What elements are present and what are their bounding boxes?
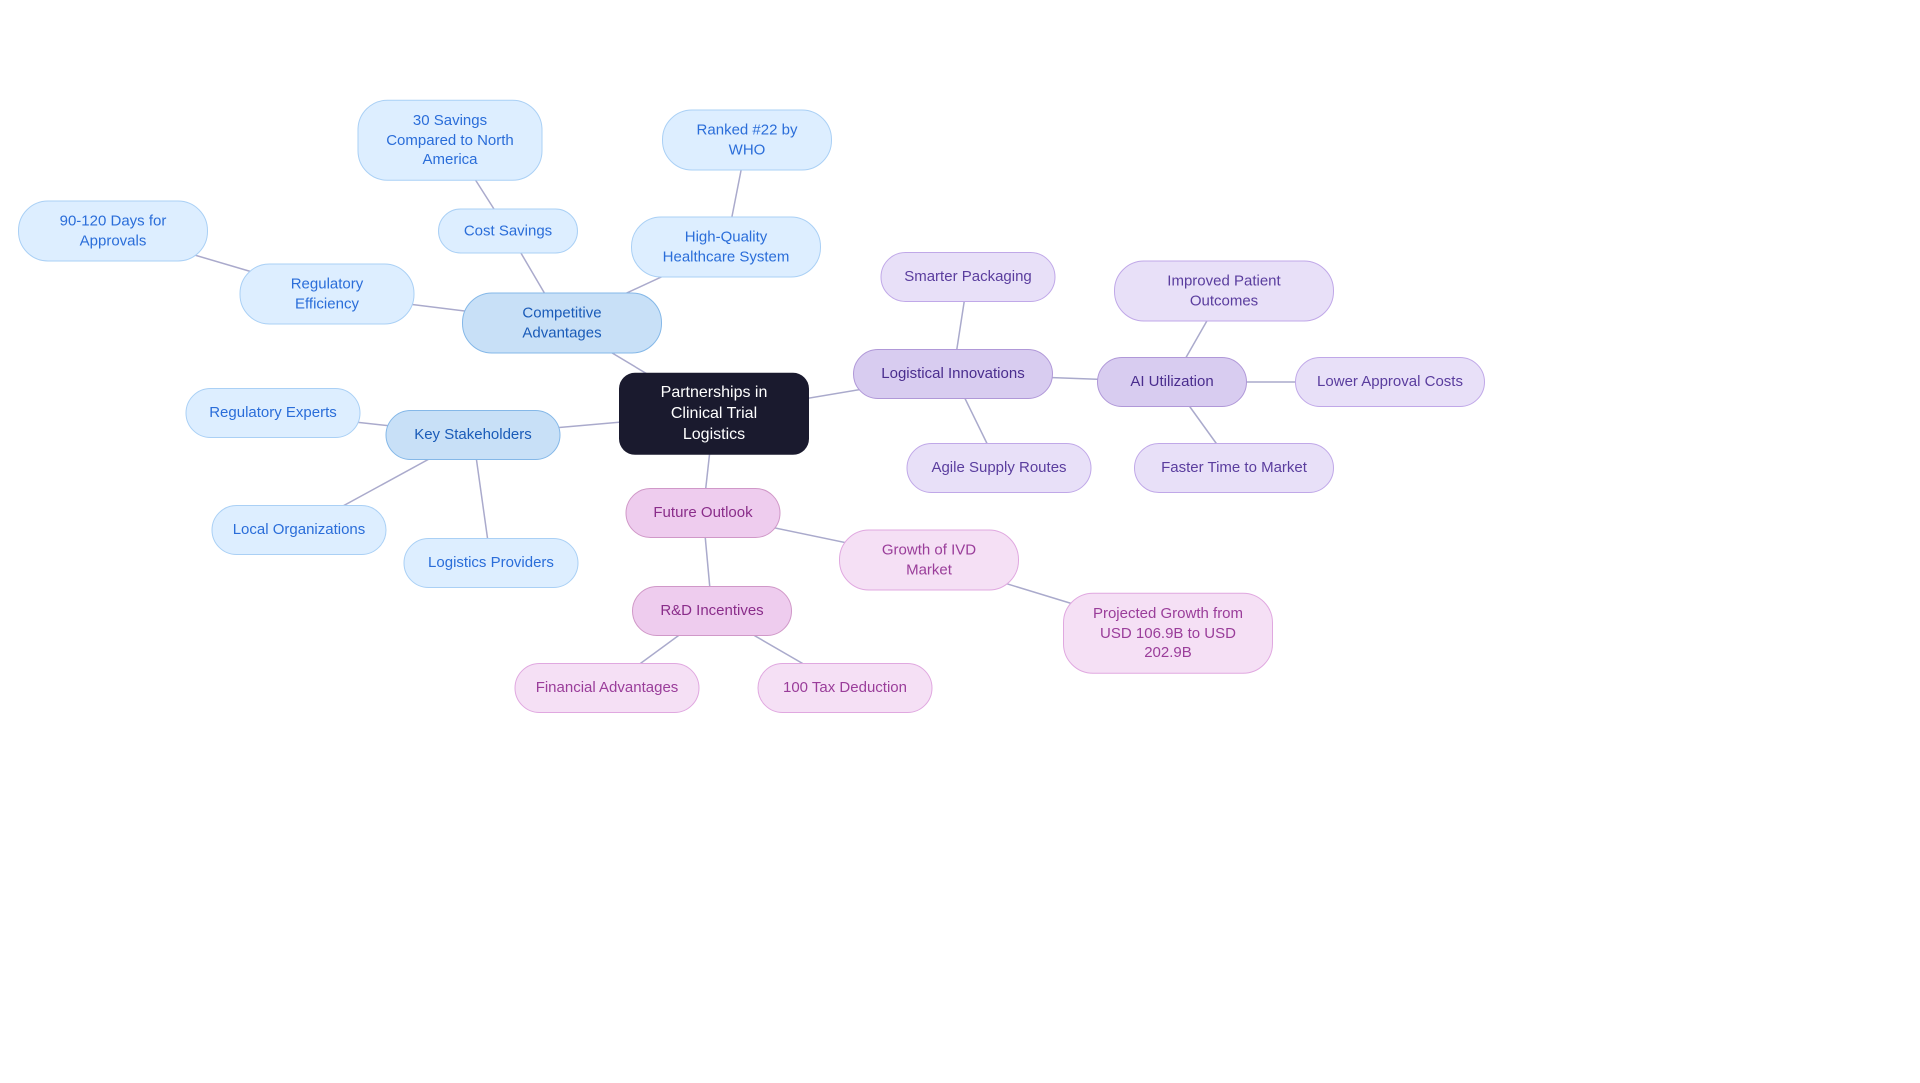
node-tax_deduction[interactable]: 100 Tax Deduction	[758, 663, 933, 713]
node-faster_time[interactable]: Faster Time to Market	[1134, 443, 1334, 493]
node-local_organizations[interactable]: Local Organizations	[212, 505, 387, 555]
node-high_quality[interactable]: High-Quality Healthcare System	[631, 217, 821, 278]
node-savings_30[interactable]: 30 Savings Compared to North America	[358, 100, 543, 181]
node-agile_supply[interactable]: Agile Supply Routes	[907, 443, 1092, 493]
node-projected_growth[interactable]: Projected Growth from USD 106.9B to USD …	[1063, 593, 1273, 674]
node-days_90[interactable]: 90-120 Days for Approvals	[18, 201, 208, 262]
node-key_stakeholders[interactable]: Key Stakeholders	[386, 410, 561, 460]
node-competitive_advantages[interactable]: Competitive Advantages	[462, 293, 662, 354]
node-ai_utilization[interactable]: AI Utilization	[1097, 357, 1247, 407]
node-ranked_22[interactable]: Ranked #22 by WHO	[662, 110, 832, 171]
node-center[interactable]: Partnerships in Clinical Trial Logistics	[619, 373, 809, 455]
node-improved_patient[interactable]: Improved Patient Outcomes	[1114, 261, 1334, 322]
node-future_outlook[interactable]: Future Outlook	[626, 488, 781, 538]
node-regulatory_efficiency[interactable]: Regulatory Efficiency	[240, 264, 415, 325]
node-smarter_packaging[interactable]: Smarter Packaging	[881, 252, 1056, 302]
mindmap-container: Partnerships in Clinical Trial Logistics…	[0, 0, 1920, 1083]
node-logistics_providers[interactable]: Logistics Providers	[404, 538, 579, 588]
node-regulatory_experts[interactable]: Regulatory Experts	[186, 388, 361, 438]
node-growth_ivd[interactable]: Growth of IVD Market	[839, 530, 1019, 591]
node-cost_savings[interactable]: Cost Savings	[438, 209, 578, 254]
node-financial_advantages[interactable]: Financial Advantages	[515, 663, 700, 713]
node-lower_approval[interactable]: Lower Approval Costs	[1295, 357, 1485, 407]
node-logistical_innovations[interactable]: Logistical Innovations	[853, 349, 1053, 399]
node-rd_incentives[interactable]: R&D Incentives	[632, 586, 792, 636]
